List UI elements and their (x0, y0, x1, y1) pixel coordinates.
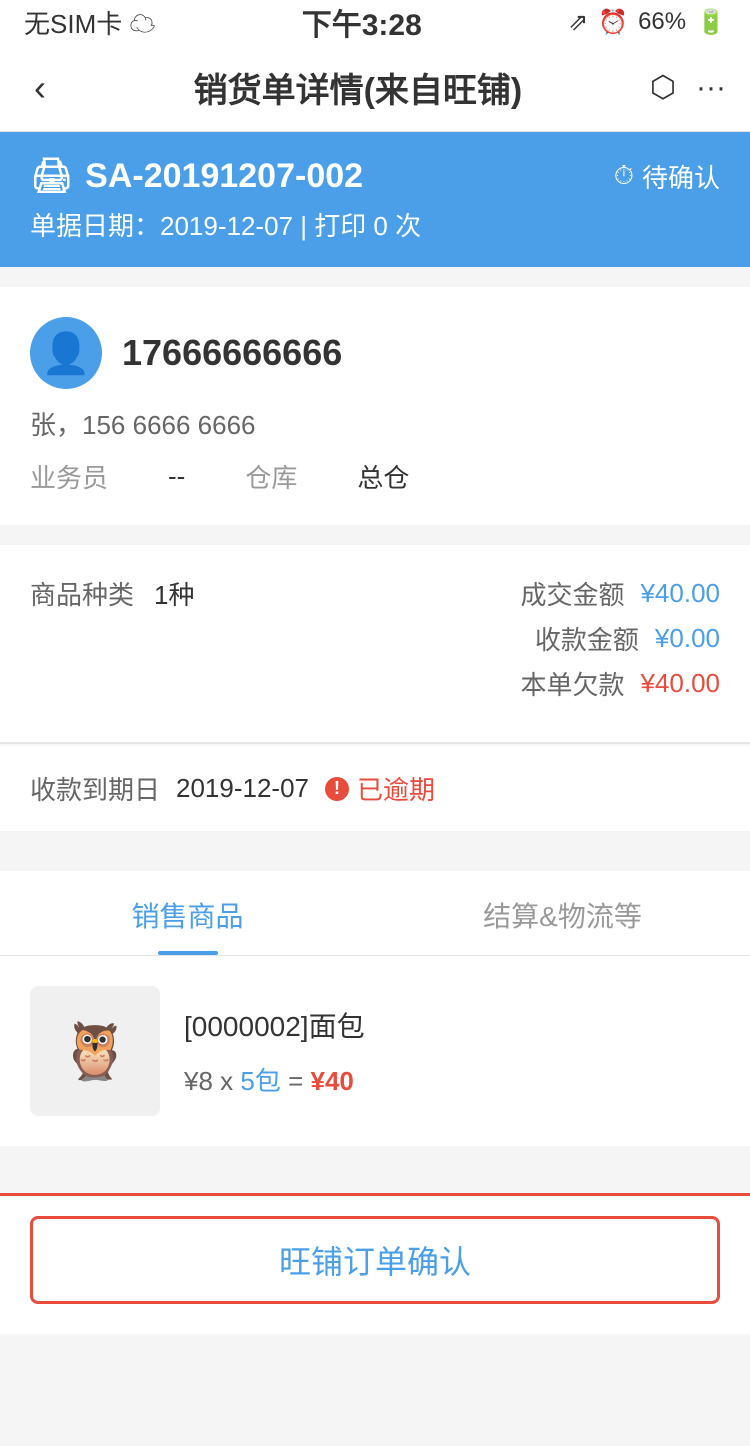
owed-value: ¥40.00 (640, 668, 720, 699)
warehouse-label: 仓库 (245, 458, 297, 495)
status-left: 无SIM卡 ☁ (24, 4, 155, 41)
more-button[interactable]: ··· (696, 71, 726, 105)
sim-label: 无SIM卡 ☁ (24, 4, 155, 41)
nav-bar: ‹ 销货单详情(来自旺铺) ⬡ ··· (0, 44, 750, 132)
customer-avatar: 👤 (30, 317, 102, 389)
bottom-bar: 旺铺订单确认 (0, 1193, 750, 1334)
received-value: ¥0.00 (655, 623, 720, 654)
page-title: 销货单详情(来自旺铺) (66, 63, 650, 112)
tab-sales-goods-label: 销售商品 (131, 901, 243, 932)
customer-section: 👤 17666666666 张，156 6666 6666 业务员 -- 仓库 … (0, 287, 750, 525)
salesperson-label: 业务员 (30, 458, 108, 495)
product-thumb-icon: 🦉 (60, 1018, 130, 1084)
product-info: [0000002]面包 ¥8 x 5包 = ¥40 (184, 1005, 720, 1098)
due-section: 收款到期日 2019-12-07 ! 已逾期 (0, 746, 750, 831)
share-button[interactable]: ⬡ (650, 70, 676, 105)
location-icon: ⇗ (568, 8, 588, 37)
product-thumbnail: 🦉 (30, 986, 160, 1116)
summary-row: 商品种类 1种 成交金额 ¥40.00 收款金额 ¥0.00 本单欠款 ¥40.… (30, 575, 720, 702)
confirm-order-button[interactable]: 旺铺订单确认 (30, 1216, 720, 1304)
transaction-label: 成交金额 (520, 575, 624, 612)
overdue-badge: ! 已逾期 (325, 770, 435, 807)
customer-meta: 业务员 -- 仓库 总仓 (30, 458, 720, 495)
product-price: ¥8 x 5包 = ¥40 (184, 1061, 720, 1098)
product-type-label: 商品种类 (30, 575, 134, 612)
received-label: 收款金额 (535, 620, 639, 657)
order-banner: 🖨 SA-20191207-002 ⏱ 待确认 单据日期：2019-12-07 … (0, 132, 750, 267)
tabs-header: 销售商品 结算&物流等 (0, 871, 750, 956)
owed-label: 本单欠款 (520, 665, 624, 702)
battery-label: 66% (638, 8, 686, 36)
received-row: 收款金额 ¥0.00 (535, 620, 720, 657)
divider-1 (0, 525, 750, 545)
alarm-icon: ⏰ (598, 8, 628, 37)
status-text: 待确认 (642, 158, 720, 195)
status-clock-icon: ⏱ (614, 160, 634, 192)
transaction-value: ¥40.00 (640, 578, 720, 609)
status-time: 下午3:28 (302, 0, 422, 44)
overdue-text: 已逾期 (357, 770, 435, 807)
price-x: x (220, 1066, 240, 1096)
tab-settlement[interactable]: 结算&物流等 (375, 871, 750, 955)
thin-divider (0, 742, 750, 744)
warehouse-value: 总仓 (357, 458, 409, 495)
transaction-row: 成交金额 ¥40.00 (520, 575, 720, 612)
back-button[interactable]: ‹ (24, 57, 56, 119)
customer-name: 张，156 6666 6666 (30, 405, 720, 442)
overdue-icon: ! (325, 777, 349, 801)
price-unit: ¥8 (184, 1066, 213, 1096)
price-eq: = (288, 1066, 310, 1096)
price-total: ¥40 (311, 1066, 354, 1096)
order-banner-top: 🖨 SA-20191207-002 ⏱ 待确认 (30, 156, 720, 196)
order-id-text: SA-20191207-002 (85, 157, 363, 196)
salesperson-value: -- (168, 461, 185, 492)
due-label: 收款到期日 (30, 770, 160, 807)
order-icon: 🖨 (30, 156, 73, 196)
divider-2 (0, 831, 750, 851)
tabs-section: 销售商品 结算&物流等 🦉 [0000002]面包 ¥8 x 5包 = ¥40 (0, 871, 750, 1146)
status-bar: 无SIM卡 ☁ 下午3:28 ⇗ ⏰ 66% 🔋 (0, 0, 750, 44)
nav-actions: ⬡ ··· (650, 70, 726, 105)
tab-sales-goods[interactable]: 销售商品 (0, 871, 375, 955)
customer-phone: 17666666666 (122, 332, 342, 374)
product-type-value: 1种 (154, 575, 194, 612)
avatar-icon: 👤 (41, 330, 91, 377)
product-name: [0000002]面包 (184, 1005, 720, 1045)
order-date: 单据日期：2019-12-07 | 打印 0 次 (30, 206, 720, 243)
battery-icon: 🔋 (696, 8, 726, 37)
summary-right: 成交金额 ¥40.00 收款金额 ¥0.00 本单欠款 ¥40.00 (520, 575, 720, 702)
price-quantity: 5包 (240, 1066, 280, 1096)
due-date: 2019-12-07 (176, 773, 309, 804)
owed-row: 本单欠款 ¥40.00 (520, 665, 720, 702)
summary-left: 商品种类 1种 (30, 575, 194, 612)
summary-section: 商品种类 1种 成交金额 ¥40.00 收款金额 ¥0.00 本单欠款 ¥40.… (0, 545, 750, 742)
order-id: 🖨 SA-20191207-002 (30, 156, 363, 196)
product-item: 🦉 [0000002]面包 ¥8 x 5包 = ¥40 (0, 956, 750, 1146)
status-right: ⇗ ⏰ 66% 🔋 (568, 8, 726, 37)
order-status: ⏱ 待确认 (614, 158, 720, 195)
tab-settlement-label: 结算&物流等 (483, 901, 642, 932)
customer-row: 👤 17666666666 (30, 317, 720, 389)
